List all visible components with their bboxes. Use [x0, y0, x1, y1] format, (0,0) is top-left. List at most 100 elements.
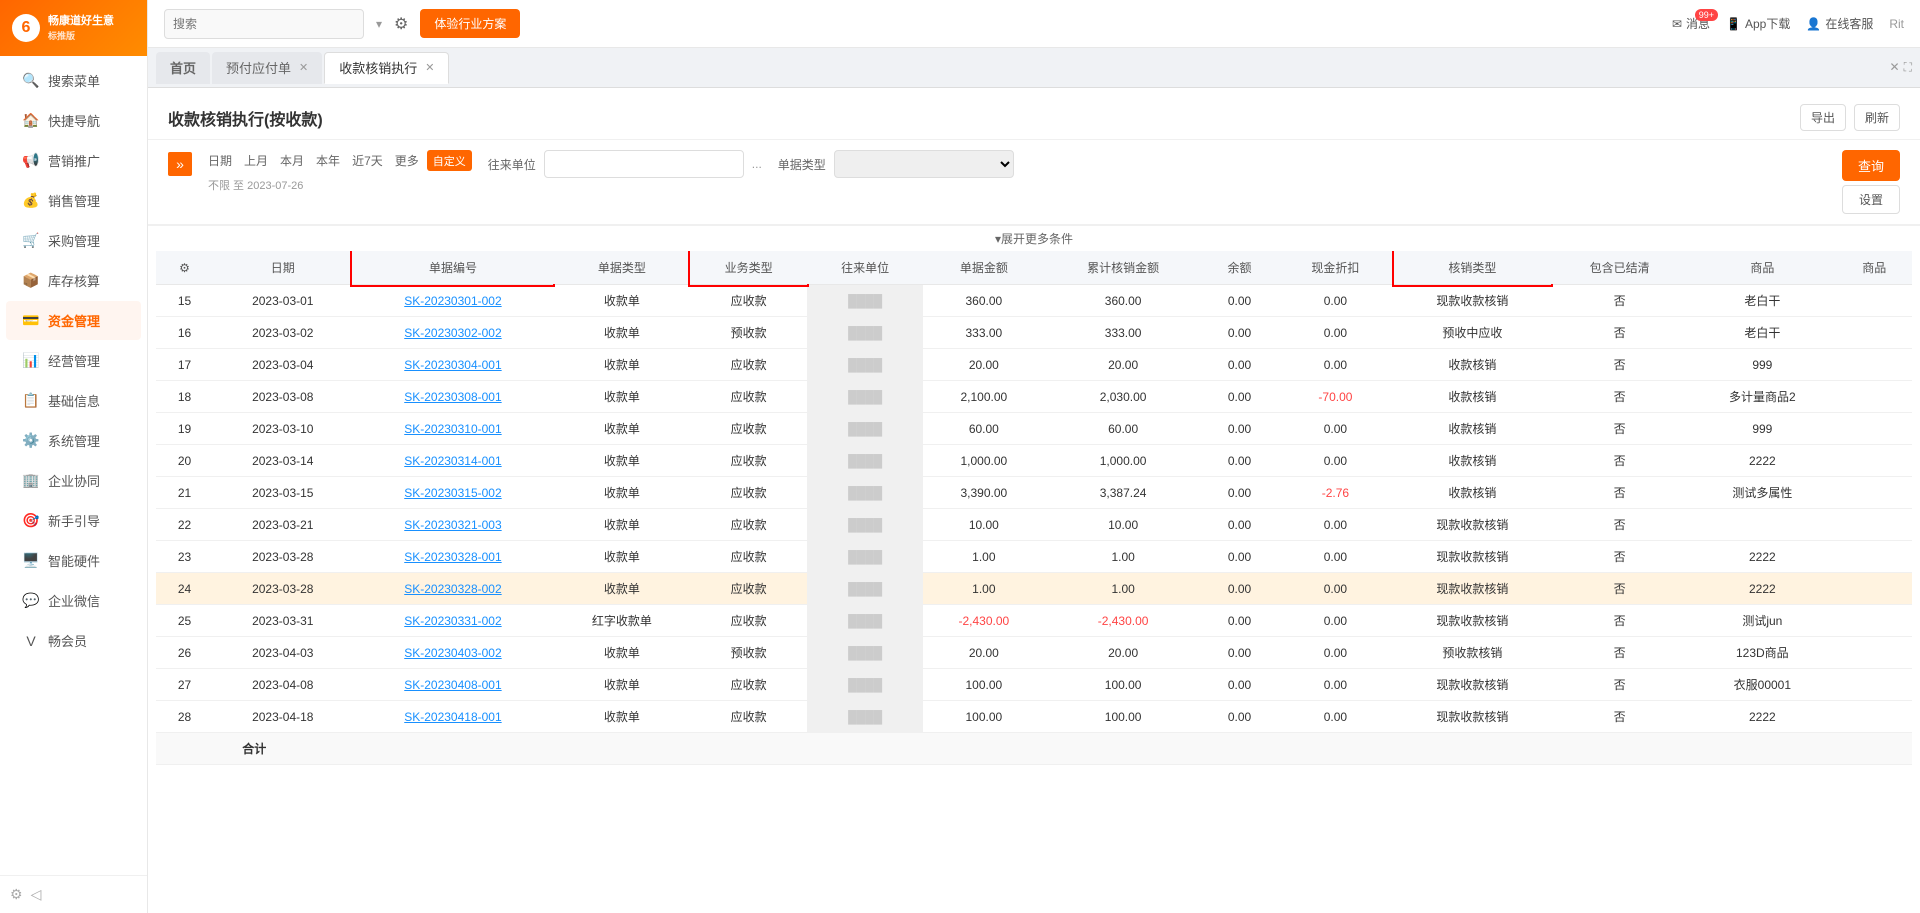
th-doc-type[interactable]: 单据类型 — [553, 251, 690, 285]
topbar-gear-icon[interactable]: ⚙ — [394, 14, 408, 34]
date-filter-label: 日期 — [208, 152, 232, 169]
online-service-button[interactable]: 👤 在线客服 — [1806, 15, 1873, 32]
topbar-search-input[interactable] — [164, 9, 364, 39]
cell-goods2-img — [1837, 477, 1912, 509]
doc-no-link[interactable]: SK-20230301-002 — [404, 294, 501, 308]
cell-doc-no[interactable]: SK-20230314-001 — [352, 445, 553, 477]
export-button[interactable]: 导出 — [1800, 104, 1846, 131]
expand-more-conditions[interactable]: ▾ 展开更多条件 — [148, 225, 1920, 251]
cell-doc-no[interactable]: SK-20230328-001 — [352, 541, 553, 573]
cell-writeoff-amount: 333.00 — [1044, 317, 1202, 349]
cell-amount: 10.00 — [923, 509, 1044, 541]
cell-doc-no[interactable]: SK-20230304-001 — [352, 349, 553, 381]
collapse-icon[interactable]: ◁ — [31, 886, 42, 903]
filter-expand-button[interactable]: » — [168, 152, 192, 176]
doc-no-link[interactable]: SK-20230304-001 — [404, 358, 501, 372]
industry-solution-button[interactable]: 体验行业方案 — [420, 9, 520, 38]
date-more-button[interactable]: 更多 — [391, 150, 423, 171]
partner-filter-input[interactable] — [544, 150, 744, 178]
cell-partner: ████ — [807, 477, 923, 509]
cell-doc-no[interactable]: SK-20230315-002 — [352, 477, 553, 509]
date-last-month-button[interactable]: 上月 — [240, 150, 272, 171]
cell-balance: 0.00 — [1202, 349, 1277, 381]
doc-no-link[interactable]: SK-20230321-003 — [404, 518, 501, 532]
table-row: 222023-03-21SK-20230321-003收款单应收款████10.… — [156, 509, 1912, 541]
tab-receipt-writeoff-close-icon[interactable]: ✕ — [425, 61, 434, 74]
th-include-settled[interactable]: 包含已结清 — [1551, 251, 1688, 285]
cell-partner: ████ — [807, 445, 923, 477]
date-custom-button[interactable]: 自定义 — [427, 150, 472, 171]
doc-no-link[interactable]: SK-20230328-001 — [404, 550, 501, 564]
cell-doc-no[interactable]: SK-20230321-003 — [352, 509, 553, 541]
sidebar-item-label: 采购管理 — [48, 231, 100, 250]
sidebar-item-finance[interactable]: 💳 资金管理 — [6, 301, 141, 340]
doc-no-link[interactable]: SK-20230328-002 — [404, 582, 501, 596]
doc-no-link[interactable]: SK-20230408-001 — [404, 678, 501, 692]
cell-doc-no[interactable]: SK-20230408-001 — [352, 669, 553, 701]
th-amount[interactable]: 单据金额 — [923, 251, 1044, 285]
dropdown-arrow-icon[interactable]: ▾ — [376, 17, 382, 31]
doc-type-filter-select[interactable] — [834, 150, 1014, 178]
settings-bottom-icon[interactable]: ⚙ — [10, 886, 23, 903]
app-download-button[interactable]: 📱 App下载 — [1726, 15, 1790, 32]
doc-no-link[interactable]: SK-20230302-002 — [404, 326, 501, 340]
tab-advance-payment[interactable]: 预付应付单 ✕ — [212, 52, 322, 84]
tab-close-all-icon[interactable]: ✕ — [1890, 60, 1900, 75]
th-goods[interactable]: 商品 — [1688, 251, 1836, 285]
tab-receipt-writeoff[interactable]: 收款核销执行 ✕ — [324, 52, 449, 84]
cell-doc-no[interactable]: SK-20230418-001 — [352, 701, 553, 733]
settings-button[interactable]: 设置 — [1842, 185, 1900, 214]
cell-doc-no[interactable]: SK-20230301-002 — [352, 285, 553, 317]
sidebar-item-system[interactable]: ⚙️ 系统管理 — [6, 421, 141, 460]
tab-advance-payment-close-icon[interactable]: ✕ — [299, 61, 308, 74]
sidebar-item-basic[interactable]: 📋 基础信息 — [6, 381, 141, 420]
th-cash-discount[interactable]: 现金折扣 — [1277, 251, 1393, 285]
th-writeoff-type[interactable]: 核销类型 — [1394, 251, 1552, 285]
th-balance[interactable]: 余额 — [1202, 251, 1277, 285]
th-writeoff-amount[interactable]: 累计核销金额 — [1044, 251, 1202, 285]
sidebar-item-hardware[interactable]: 🖥️ 智能硬件 — [6, 541, 141, 580]
doc-no-link[interactable]: SK-20230331-002 — [404, 614, 501, 628]
cell-goods2-img — [1837, 573, 1912, 605]
th-gear[interactable]: ⚙ — [156, 251, 213, 285]
doc-no-link[interactable]: SK-20230403-002 — [404, 646, 501, 660]
th-date[interactable]: 日期 — [213, 251, 352, 285]
th-goods2[interactable]: 商品 — [1837, 251, 1912, 285]
date-this-month-button[interactable]: 本月 — [276, 150, 308, 171]
sidebar-item-marketing[interactable]: 📢 营销推广 — [6, 141, 141, 180]
th-doc-no[interactable]: 单据编号 — [352, 251, 553, 285]
sidebar-item-quick-nav[interactable]: 🏠 快捷导航 — [6, 101, 141, 140]
doc-no-link[interactable]: SK-20230310-001 — [404, 422, 501, 436]
date-this-year-button[interactable]: 本年 — [312, 150, 344, 171]
doc-no-link[interactable]: SK-20230314-001 — [404, 454, 501, 468]
cell-doc-no[interactable]: SK-20230310-001 — [352, 413, 553, 445]
sidebar-item-guide[interactable]: 🎯 新手引导 — [6, 501, 141, 540]
refresh-button[interactable]: 刷新 — [1854, 104, 1900, 131]
cell-doc-no[interactable]: SK-20230302-002 — [352, 317, 553, 349]
message-button[interactable]: ✉ 消息 99+ — [1672, 15, 1710, 32]
doc-no-link[interactable]: SK-20230308-001 — [404, 390, 501, 404]
sidebar-item-sales[interactable]: 💰 销售管理 — [6, 181, 141, 220]
sidebar-item-purchase[interactable]: 🛒 采购管理 — [6, 221, 141, 260]
cell-doc-no[interactable]: SK-20230308-001 — [352, 381, 553, 413]
sidebar-bottom: ⚙ ◁ — [0, 875, 147, 913]
th-biz-type[interactable]: 业务类型 — [690, 251, 806, 285]
doc-no-link[interactable]: SK-20230418-001 — [404, 710, 501, 724]
sidebar-item-search[interactable]: 🔍 搜索菜单 — [6, 61, 141, 100]
sidebar-item-member[interactable]: V 畅会员 — [6, 621, 141, 660]
cell-doc-no[interactable]: SK-20230403-002 — [352, 637, 553, 669]
sidebar-item-inventory[interactable]: 📦 库存核算 — [6, 261, 141, 300]
cell-doc-no[interactable]: SK-20230328-002 — [352, 573, 553, 605]
date-last-7-days-button[interactable]: 近7天 — [348, 150, 387, 171]
tab-home[interactable]: 首页 — [156, 52, 210, 84]
query-button[interactable]: 查询 — [1842, 150, 1900, 181]
cell-cash-discount: 0.00 — [1277, 541, 1393, 573]
doc-no-link[interactable]: SK-20230315-002 — [404, 486, 501, 500]
sidebar-item-wechat[interactable]: 💬 企业微信 — [6, 581, 141, 620]
filter-more-icon[interactable]: ... — [752, 157, 762, 171]
cell-doc-no[interactable]: SK-20230331-002 — [352, 605, 553, 637]
tab-expand-icon[interactable]: ⛶ — [1904, 60, 1912, 75]
sidebar-item-operations[interactable]: 📊 经营管理 — [6, 341, 141, 380]
th-partner[interactable]: 往来单位 — [807, 251, 923, 285]
sidebar-item-enterprise[interactable]: 🏢 企业协同 — [6, 461, 141, 500]
